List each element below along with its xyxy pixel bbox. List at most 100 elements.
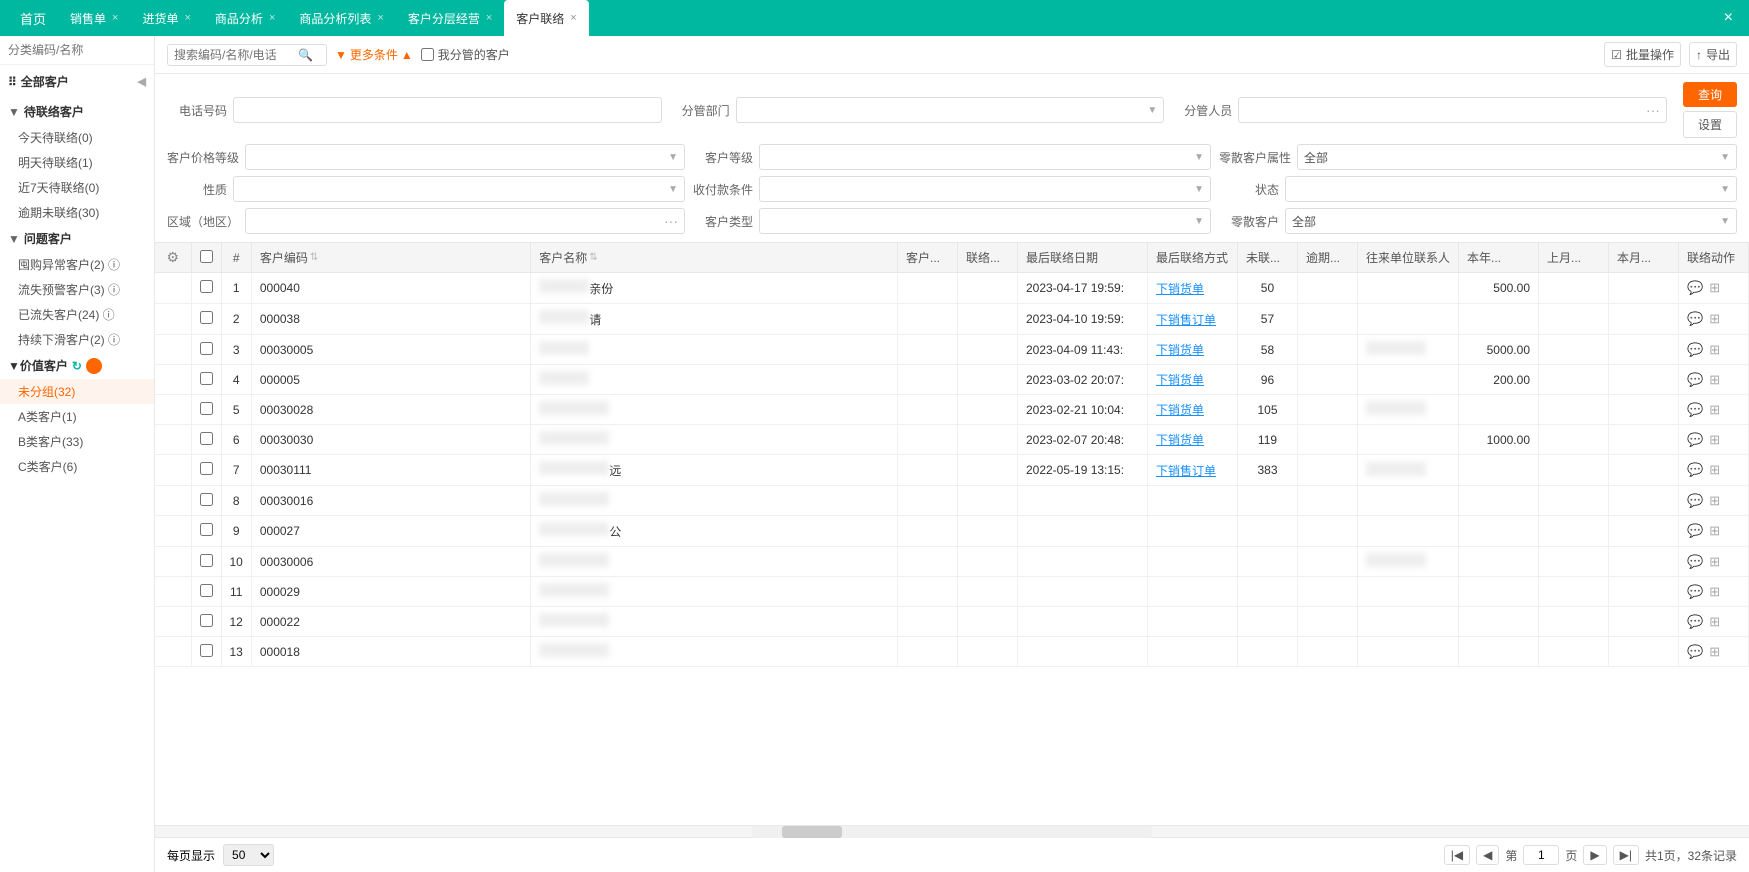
- sidebar-collapse-icon[interactable]: ◀: [138, 75, 146, 88]
- sidebar-group-problem[interactable]: ▼ 问题客户: [0, 225, 154, 252]
- input-nature[interactable]: ▼: [233, 176, 685, 202]
- chat-icon[interactable]: 💬: [1687, 584, 1703, 600]
- last-method-link[interactable]: 下销货单: [1156, 403, 1204, 417]
- export-btn[interactable]: ↑ 导出: [1689, 42, 1737, 67]
- col-last-month[interactable]: 上月...: [1539, 243, 1609, 273]
- sidebar-item-today[interactable]: 今天待联络(0): [0, 125, 154, 150]
- chat-icon[interactable]: 💬: [1687, 523, 1703, 539]
- reset-button[interactable]: 设置: [1683, 111, 1737, 138]
- chat-icon[interactable]: 💬: [1687, 554, 1703, 570]
- last-method-link[interactable]: 下销售订单: [1156, 313, 1216, 327]
- page-input[interactable]: [1523, 845, 1559, 865]
- gear-icon[interactable]: ⚙: [166, 249, 179, 265]
- sidebar-item-7days[interactable]: 近7天待联络(0): [0, 175, 154, 200]
- col-contact[interactable]: 联络...: [957, 243, 1017, 273]
- grid-icon[interactable]: ⊞: [1709, 342, 1720, 358]
- sidebar-item-tomorrow[interactable]: 明天待联络(1): [0, 150, 154, 175]
- input-status[interactable]: ▼: [1285, 176, 1737, 202]
- row-checkbox[interactable]: [200, 614, 213, 627]
- my-customers-check-input[interactable]: [421, 48, 434, 61]
- input-dept[interactable]: ▼: [736, 97, 1165, 123]
- input-phone[interactable]: [233, 97, 662, 123]
- chat-icon[interactable]: 💬: [1687, 493, 1703, 509]
- horizontal-scrollbar[interactable]: [155, 825, 1749, 837]
- row-checkbox[interactable]: [200, 402, 213, 415]
- nav-tab-customer-tier[interactable]: 客户分层经营 ×: [396, 0, 504, 36]
- col-this-month[interactable]: 本月...: [1609, 243, 1679, 273]
- input-payment[interactable]: ▼: [759, 176, 1211, 202]
- scroll-thumb[interactable]: [782, 826, 842, 838]
- input-manager[interactable]: ···: [1238, 97, 1667, 123]
- sidebar-item-decline[interactable]: 持续下滑客户(2) ⓘ: [0, 327, 154, 352]
- sidebar-group-pending[interactable]: ▼ 待联络客户: [0, 98, 154, 125]
- nav-tab-purchase[interactable]: 进货单 ×: [130, 0, 202, 36]
- row-checkbox[interactable]: [200, 644, 213, 657]
- sidebar-item-abnormal[interactable]: 囤购异常客户(2) ⓘ: [0, 252, 154, 277]
- sidebar-item-overdue[interactable]: 逾期未联络(30): [0, 200, 154, 225]
- sidebar-all-customers[interactable]: ⠿ 全部客户 ◀: [0, 65, 154, 98]
- scroll-track[interactable]: [752, 826, 1152, 838]
- per-page-select[interactable]: 50 20 100: [223, 844, 274, 866]
- grid-icon[interactable]: ⊞: [1709, 493, 1720, 509]
- input-retail-attr[interactable]: 全部 ▼: [1297, 144, 1737, 170]
- sidebar-item-churn-warn[interactable]: 流失预警客户(3) ⓘ: [0, 277, 154, 302]
- query-button[interactable]: 查询: [1683, 82, 1737, 107]
- grid-icon[interactable]: ⊞: [1709, 462, 1720, 478]
- input-customer-type[interactable]: ▼: [759, 208, 1211, 234]
- sidebar-item-class-a[interactable]: A类客户(1): [0, 404, 154, 429]
- close-tab-analysis[interactable]: ×: [269, 12, 275, 24]
- close-tab-analysis-list[interactable]: ×: [377, 12, 383, 24]
- next-page-btn[interactable]: ▶: [1583, 845, 1606, 865]
- close-tab-customer-tier[interactable]: ×: [486, 12, 492, 24]
- chat-icon[interactable]: 💬: [1687, 402, 1703, 418]
- last-method-link[interactable]: 下销货单: [1156, 282, 1204, 296]
- last-method-link[interactable]: 下销货单: [1156, 373, 1204, 387]
- row-checkbox[interactable]: [200, 584, 213, 597]
- chat-icon[interactable]: 💬: [1687, 644, 1703, 660]
- last-method-link[interactable]: 下销货单: [1156, 433, 1204, 447]
- search-icon[interactable]: 🔍: [298, 48, 313, 62]
- row-checkbox[interactable]: [200, 493, 213, 506]
- nav-tab-analysis-list[interactable]: 商品分析列表 ×: [287, 0, 395, 36]
- prev-page-btn[interactable]: ◀: [1476, 845, 1499, 865]
- grid-icon[interactable]: ⊞: [1709, 554, 1720, 570]
- row-checkbox[interactable]: [200, 432, 213, 445]
- grid-icon[interactable]: ⊞: [1709, 280, 1720, 296]
- sidebar-search-input[interactable]: [8, 43, 155, 57]
- input-price-level[interactable]: ▼: [245, 144, 685, 170]
- chat-icon[interactable]: 💬: [1687, 311, 1703, 327]
- close-tab-customer-contact[interactable]: ×: [570, 12, 576, 24]
- refresh-icon[interactable]: ↻: [72, 359, 82, 373]
- col-last-method[interactable]: 最后联络方式: [1147, 243, 1237, 273]
- search-input[interactable]: [174, 48, 294, 62]
- last-page-btn[interactable]: ▶|: [1613, 845, 1639, 865]
- row-checkbox[interactable]: [200, 372, 213, 385]
- col-contact-person[interactable]: 往来单位联系人: [1357, 243, 1458, 273]
- row-checkbox[interactable]: [200, 311, 213, 324]
- nav-home[interactable]: 首页: [8, 9, 58, 28]
- sidebar-item-class-b[interactable]: B类客户(33): [0, 429, 154, 454]
- nav-tab-customer-contact[interactable]: 客户联络 ×: [504, 0, 588, 36]
- chat-icon[interactable]: 💬: [1687, 372, 1703, 388]
- batch-op-btn[interactable]: ☑ 批量操作: [1604, 42, 1681, 67]
- col-name[interactable]: 客户名称⇅: [531, 243, 898, 273]
- input-customer-level[interactable]: ▼: [759, 144, 1211, 170]
- row-checkbox[interactable]: [200, 462, 213, 475]
- more-conditions-btn[interactable]: ▼ 更多条件 ▲: [335, 46, 413, 63]
- col-code[interactable]: 客户编码⇅: [251, 243, 530, 273]
- col-type[interactable]: 客户...: [897, 243, 957, 273]
- grid-icon[interactable]: ⊞: [1709, 402, 1720, 418]
- sidebar-item-lost[interactable]: 已流失客户(24) ⓘ: [0, 302, 154, 327]
- grid-icon[interactable]: ⊞: [1709, 311, 1720, 327]
- grid-icon[interactable]: ⊞: [1709, 614, 1720, 630]
- input-region[interactable]: ···: [245, 208, 685, 234]
- nav-tab-sales[interactable]: 销售单 ×: [58, 0, 130, 36]
- sidebar-item-ungroup[interactable]: 未分组(32): [0, 379, 154, 404]
- sidebar-group-value[interactable]: ▼ 价值客户 ↻: [0, 352, 154, 379]
- grid-icon[interactable]: ⊞: [1709, 644, 1720, 660]
- close-tab-purchase[interactable]: ×: [184, 12, 190, 24]
- row-checkbox[interactable]: [200, 342, 213, 355]
- first-page-btn[interactable]: |◀: [1444, 845, 1470, 865]
- last-method-link[interactable]: 下销售订单: [1156, 464, 1216, 478]
- col-year-amount[interactable]: 本年...: [1459, 243, 1539, 273]
